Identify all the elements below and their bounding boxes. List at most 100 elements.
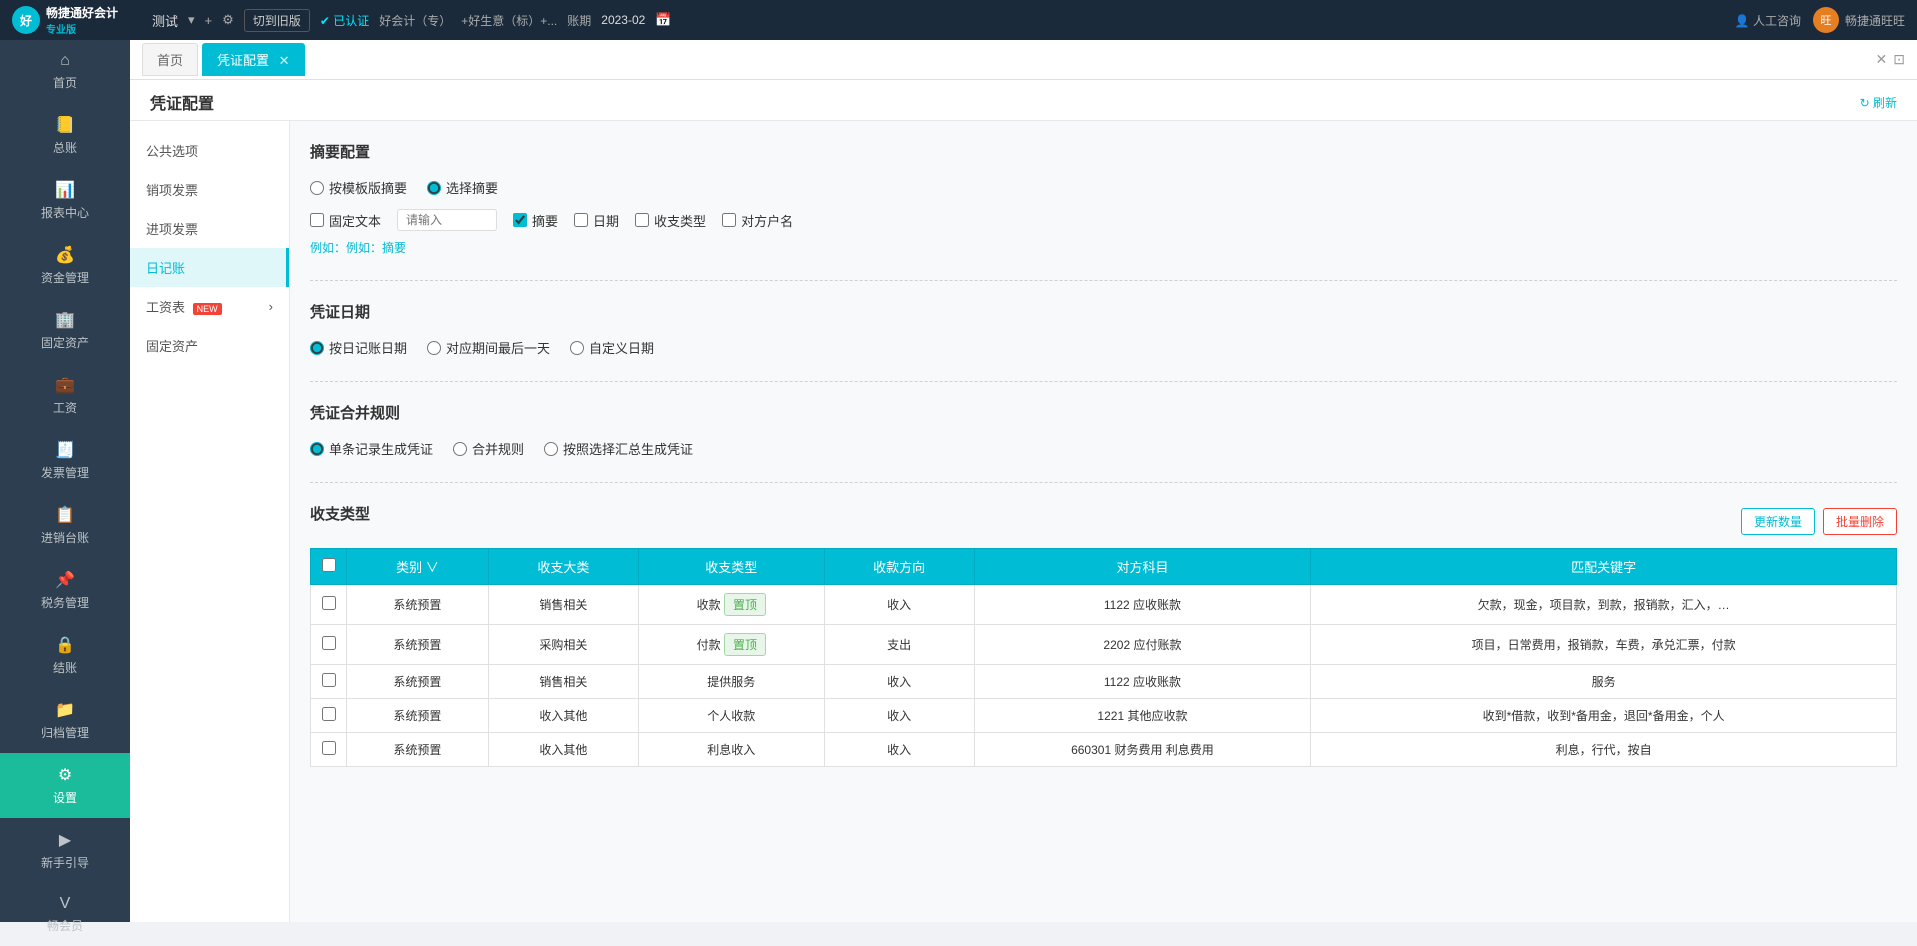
select-all-checkbox[interactable] xyxy=(322,558,336,572)
td-main-type-2: 销售相关 xyxy=(488,665,638,699)
switch-old-btn[interactable]: 切到旧版 xyxy=(244,9,310,32)
tab-close-btn[interactable]: ✕ xyxy=(279,53,290,68)
maximize-btn[interactable]: ⊡ xyxy=(1893,51,1905,68)
sidebar-item-assets[interactable]: 🏢 固定资产 xyxy=(0,298,130,363)
table-row: 系统预置 销售相关 收款 置顶 收入 1122 应收账款 欠款，现金，项目款，到… xyxy=(311,585,1897,625)
td-direction-1: 支出 xyxy=(824,625,974,665)
page-header: 凭证配置 ↻ 刷新 xyxy=(130,80,1917,121)
left-nav-fixed-assets[interactable]: 固定资产 xyxy=(130,326,289,365)
counterparty-checkbox[interactable]: 对方户名 xyxy=(722,211,793,230)
sidebar-label-salary: 工资 xyxy=(53,399,77,416)
td-check-1[interactable] xyxy=(311,625,347,665)
sidebar-label-settings: 设置 xyxy=(53,789,77,806)
single-voucher-option[interactable]: 单条记录生成凭证 xyxy=(310,439,433,458)
template-summary-option[interactable]: 按模板版摘要 xyxy=(310,178,407,197)
summary-checkbox-row: 固定文本 摘要 日期 收支类型 xyxy=(310,209,1897,231)
th-subject: 对方科目 xyxy=(974,549,1310,585)
td-direction-2: 收入 xyxy=(824,665,974,699)
sidebar-label-purchase: 进销台账 xyxy=(41,529,89,546)
calendar-icon[interactable]: 📅 xyxy=(655,12,671,28)
td-keywords-4: 利息，行代，按自 xyxy=(1311,733,1897,767)
preset-tag-0[interactable]: 置顶 xyxy=(724,593,766,616)
sidebar-item-archive[interactable]: 📁 归档管理 xyxy=(0,688,130,753)
sidebar-item-salary[interactable]: 💼 工资 xyxy=(0,363,130,428)
refresh-btn[interactable]: ↻ 刷新 xyxy=(1860,94,1897,111)
user-name: 畅捷通旺旺 xyxy=(1845,12,1905,29)
sidebar-item-guide[interactable]: ▶ 新手引导 xyxy=(0,818,130,883)
user-avatar: 旺 xyxy=(1813,7,1839,33)
journal-date-option[interactable]: 按日记账日期 xyxy=(310,338,407,357)
period-value[interactable]: 2023-02 xyxy=(601,13,645,27)
sidebar-item-settings[interactable]: ⚙ 设置 xyxy=(0,753,130,818)
sidebar-item-tax[interactable]: 📌 税务管理 xyxy=(0,558,130,623)
fixed-text-checkbox[interactable]: 固定文本 xyxy=(310,211,381,230)
td-check-0[interactable] xyxy=(311,585,347,625)
td-check-2[interactable] xyxy=(311,665,347,699)
data-table: 类别 ∨ 收支大类 收支类型 收款方向 对方科目 匹配关键字 xyxy=(310,548,1897,767)
td-check-4[interactable] xyxy=(311,733,347,767)
td-type-0: 收款 置顶 xyxy=(638,585,824,625)
reports-icon: 📊 xyxy=(55,180,75,200)
type-checkbox[interactable]: 收支类型 xyxy=(635,211,706,230)
sidebar-label-invoice: 发票管理 xyxy=(41,464,89,481)
left-nav-sales-invoice[interactable]: 销项发票 xyxy=(130,170,289,209)
th-main-type: 收支大类 xyxy=(488,549,638,585)
custom-date-option[interactable]: 自定义日期 xyxy=(570,338,654,357)
sidebar-item-member[interactable]: V 畅会员 xyxy=(0,883,130,946)
new-badge: NEW xyxy=(193,303,222,315)
summary-radio-group: 按模板版摘要 选择摘要 xyxy=(310,178,1897,197)
td-keywords-3: 收到*借款，收到*备用金，退回*备用金，个人 xyxy=(1311,699,1897,733)
sidebar-label-archive: 归档管理 xyxy=(41,724,89,741)
sidebar-label-member: 畅会员 xyxy=(47,917,83,934)
td-subject-3: 1221 其他应收款 xyxy=(974,699,1310,733)
select-summary-option[interactable]: 选择摘要 xyxy=(427,178,498,197)
merge-rule-option[interactable]: 合并规则 xyxy=(453,439,524,458)
td-main-type-0: 销售相关 xyxy=(488,585,638,625)
sidebar-item-home[interactable]: ⌂ 首页 xyxy=(0,40,130,103)
tab-home[interactable]: 首页 xyxy=(142,43,198,76)
divider-1 xyxy=(310,280,1897,281)
ledger-icon: 📒 xyxy=(55,115,75,135)
sidebar-item-closing[interactable]: 🔒 结账 xyxy=(0,623,130,688)
td-check-3[interactable] xyxy=(311,699,347,733)
left-nav-journal[interactable]: 日记账 xyxy=(130,248,289,287)
date-checkbox[interactable]: 日期 xyxy=(574,211,619,230)
user-menu[interactable]: 旺 畅捷通旺旺 xyxy=(1813,7,1905,33)
delete-btn[interactable]: 批量删除 xyxy=(1823,508,1897,535)
plus-icon[interactable]: + xyxy=(205,13,213,28)
tab-voucher-config[interactable]: 凭证配置 ✕ xyxy=(202,43,305,76)
update-btn[interactable]: 更新数量 xyxy=(1741,508,1815,535)
left-nav-purchase-invoice[interactable]: 进项发票 xyxy=(130,209,289,248)
sidebar-item-purchase[interactable]: 📋 进销台账 xyxy=(0,493,130,558)
fixed-text-input[interactable] xyxy=(397,209,497,231)
period-last-option[interactable]: 对应期间最后一天 xyxy=(427,338,550,357)
left-nav-public[interactable]: 公共选项 xyxy=(130,131,289,170)
th-select-all[interactable] xyxy=(311,549,347,585)
th-direction: 收款方向 xyxy=(824,549,974,585)
sidebar-item-reports[interactable]: 📊 报表中心 xyxy=(0,168,130,233)
td-direction-4: 收入 xyxy=(824,733,974,767)
logo-text: 畅捷通好会计 xyxy=(46,4,118,21)
service-btn[interactable]: 👤 人工咨询 xyxy=(1735,12,1801,29)
logo: 好 畅捷通好会计 专业版 xyxy=(12,4,142,36)
sidebar-item-invoice[interactable]: 🧾 发票管理 xyxy=(0,428,130,493)
left-nav-payroll[interactable]: 工资表 NEW › xyxy=(130,287,289,326)
sidebar-item-funds[interactable]: 💰 资金管理 xyxy=(0,233,130,298)
sidebar-item-ledger[interactable]: 📒 总账 xyxy=(0,103,130,168)
gear-icon[interactable]: ⚙ xyxy=(222,12,234,28)
th-type: 收支类型 xyxy=(638,549,824,585)
th-category: 类别 ∨ xyxy=(347,549,489,585)
td-main-type-4: 收入其他 xyxy=(488,733,638,767)
settings-icon: ⚙ xyxy=(58,765,72,785)
example-text: 例如：例如：摘要 xyxy=(310,239,1897,256)
minimize-btn[interactable]: ✕ xyxy=(1876,51,1888,68)
table-row: 系统预置 收入其他 利息收入 收入 660301 财务费用 利息费用 利息，行代… xyxy=(311,733,1897,767)
summary-checkbox[interactable]: 摘要 xyxy=(513,211,558,230)
dropdown-icon[interactable]: ▾ xyxy=(188,12,195,28)
td-subject-4: 660301 财务费用 利息费用 xyxy=(974,733,1310,767)
summary-gen-option[interactable]: 按照选择汇总生成凭证 xyxy=(544,439,693,458)
table-actions: 更新数量 批量删除 xyxy=(1741,508,1897,535)
preset-tag-1[interactable]: 置顶 xyxy=(724,633,766,656)
purchase-icon: 📋 xyxy=(55,505,75,525)
td-keywords-1: 项目，日常费用，报销款，车费，承兑汇票，付款 xyxy=(1311,625,1897,665)
